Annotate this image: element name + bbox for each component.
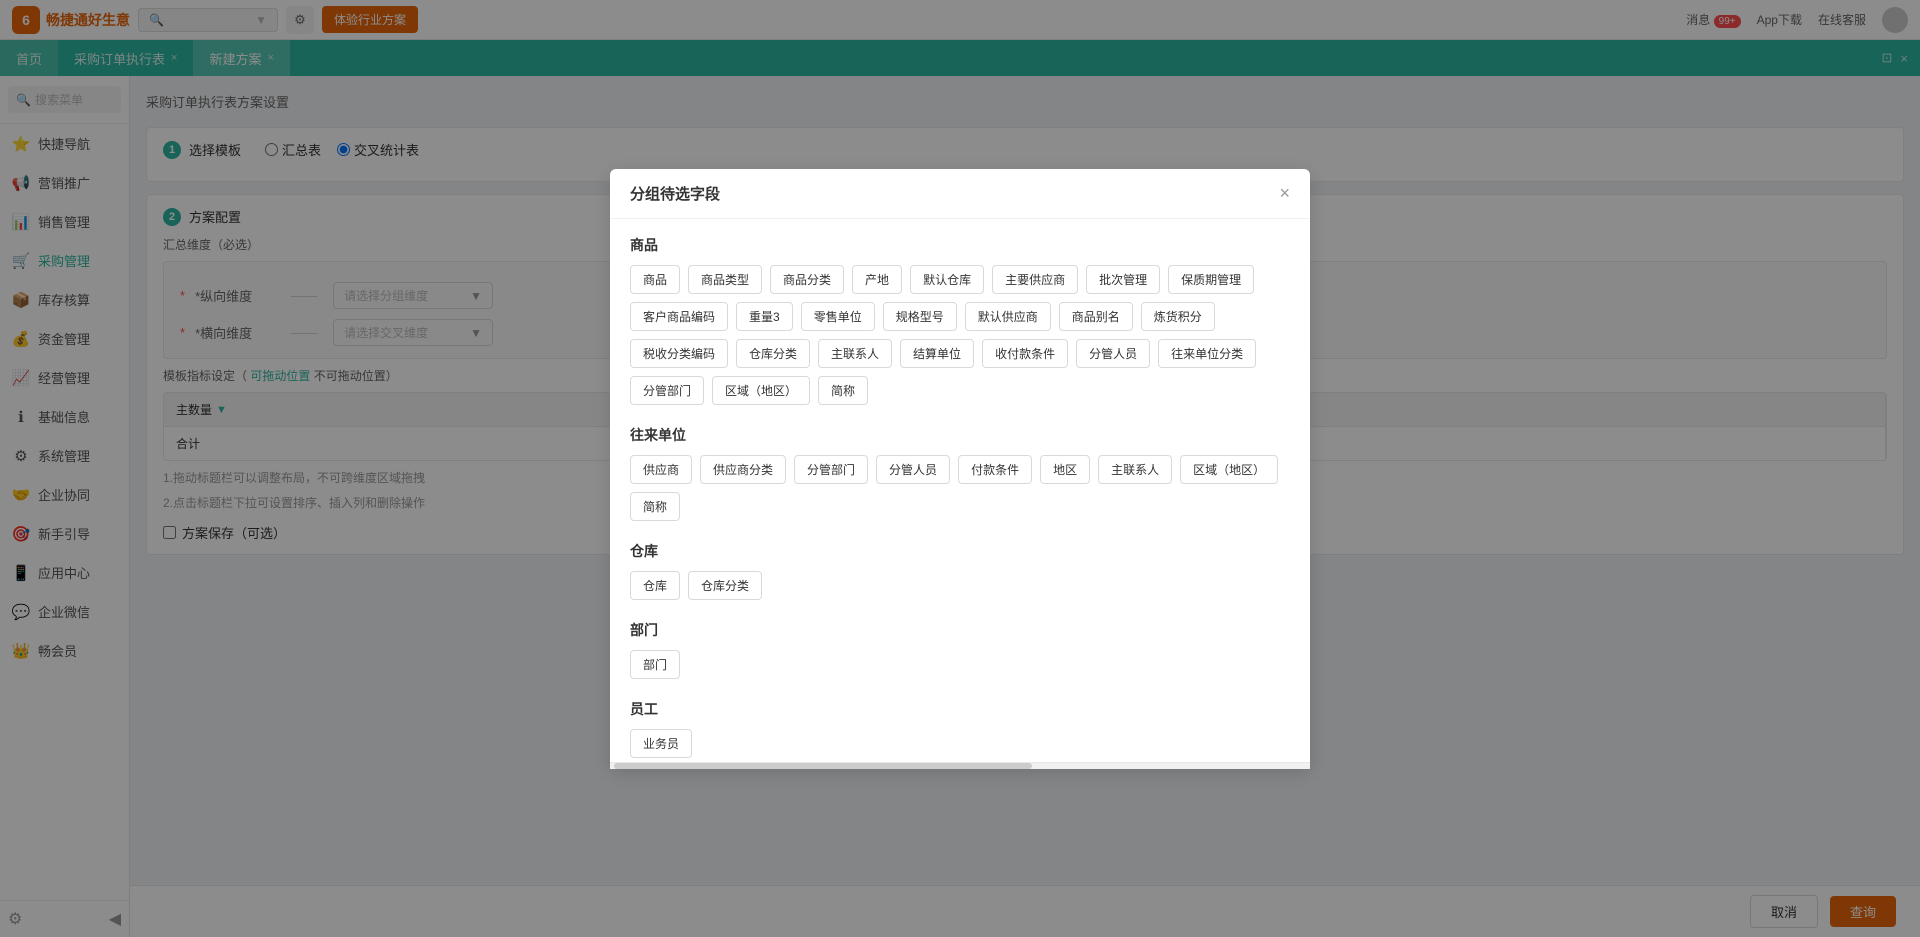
field-tag[interactable]: 业务员 — [630, 729, 692, 758]
field-tag[interactable]: 地区 — [1040, 455, 1090, 484]
field-tag[interactable]: 主联系人 — [1098, 455, 1172, 484]
field-tag[interactable]: 默认仓库 — [910, 265, 984, 294]
field-tag[interactable]: 简称 — [630, 492, 680, 521]
field-tags-warehouse: 仓库仓库分类 — [630, 571, 1290, 600]
field-group-employee: 员工业务员 — [630, 699, 1290, 758]
field-tag[interactable]: 商品分类 — [770, 265, 844, 294]
modal: 分组待选字段 × 商品商品商品类型商品分类产地默认仓库主要供应商批次管理保质期管… — [610, 169, 1310, 769]
field-group-department: 部门部门 — [630, 620, 1290, 679]
field-tag[interactable]: 付款条件 — [958, 455, 1032, 484]
field-tag[interactable]: 商品别名 — [1059, 302, 1133, 331]
field-tag[interactable]: 零售单位 — [801, 302, 875, 331]
field-tag[interactable]: 部门 — [630, 650, 680, 679]
field-tag[interactable]: 税收分类编码 — [630, 339, 728, 368]
field-group-warehouse: 仓库仓库仓库分类 — [630, 541, 1290, 600]
field-tag[interactable]: 批次管理 — [1086, 265, 1160, 294]
field-tag[interactable]: 分管人员 — [876, 455, 950, 484]
field-tag[interactable]: 主要供应商 — [992, 265, 1078, 294]
field-tag[interactable]: 保质期管理 — [1168, 265, 1254, 294]
field-group-title-employee: 员工 — [630, 699, 1290, 719]
field-tag[interactable]: 区域（地区） — [1180, 455, 1278, 484]
field-tag[interactable]: 规格型号 — [883, 302, 957, 331]
field-group-title-warehouse: 仓库 — [630, 541, 1290, 561]
field-tag[interactable]: 供应商 — [630, 455, 692, 484]
field-tag[interactable]: 仓库 — [630, 571, 680, 600]
field-tag[interactable]: 产地 — [852, 265, 902, 294]
field-tags-goods: 商品商品类型商品分类产地默认仓库主要供应商批次管理保质期管理客户商品编码重量3 零… — [630, 265, 1290, 405]
field-tag[interactable]: 炼货积分 — [1141, 302, 1215, 331]
field-tag[interactable]: 默认供应商 — [965, 302, 1051, 331]
field-tag[interactable]: 商品 — [630, 265, 680, 294]
field-tags-department: 部门 — [630, 650, 1290, 679]
field-tag[interactable]: 仓库分类 — [736, 339, 810, 368]
field-tag[interactable]: 收付款条件 — [982, 339, 1068, 368]
field-tag[interactable]: 分管部门 — [630, 376, 704, 405]
field-tag[interactable]: 客户商品编码 — [630, 302, 728, 331]
field-tag[interactable]: 分管人员 — [1076, 339, 1150, 368]
field-group-title-goods: 商品 — [630, 235, 1290, 255]
modal-title: 分组待选字段 — [630, 183, 720, 204]
field-tags-employee: 业务员 — [630, 729, 1290, 758]
field-tag[interactable]: 往来单位分类 — [1158, 339, 1256, 368]
modal-close-btn[interactable]: × — [1279, 183, 1290, 204]
modal-hscroll[interactable] — [610, 762, 1310, 769]
field-tags-partner: 供应商供应商分类分管部门分管人员付款条件地区主联系人区域（地区） 简称 — [630, 455, 1290, 521]
field-group-partner: 往来单位供应商供应商分类分管部门分管人员付款条件地区主联系人区域（地区） 简称 — [630, 425, 1290, 521]
field-tag[interactable]: 重量3 — [736, 302, 793, 331]
modal-body: 商品商品商品类型商品分类产地默认仓库主要供应商批次管理保质期管理客户商品编码重量… — [610, 219, 1310, 762]
field-tag[interactable]: 供应商分类 — [700, 455, 786, 484]
field-tag[interactable]: 分管部门 — [794, 455, 868, 484]
field-group-goods: 商品商品商品类型商品分类产地默认仓库主要供应商批次管理保质期管理客户商品编码重量… — [630, 235, 1290, 405]
field-tag[interactable]: 仓库分类 — [688, 571, 762, 600]
field-tag[interactable]: 主联系人 — [818, 339, 892, 368]
field-tag[interactable]: 简称 — [818, 376, 868, 405]
field-group-title-department: 部门 — [630, 620, 1290, 640]
field-group-title-partner: 往来单位 — [630, 425, 1290, 445]
modal-header: 分组待选字段 × — [610, 169, 1310, 219]
field-tag[interactable]: 结算单位 — [900, 339, 974, 368]
field-tag[interactable]: 商品类型 — [688, 265, 762, 294]
hscroll-thumb — [614, 763, 1032, 769]
modal-overlay: 分组待选字段 × 商品商品商品类型商品分类产地默认仓库主要供应商批次管理保质期管… — [0, 0, 1920, 937]
field-tag[interactable]: 区域（地区） — [712, 376, 810, 405]
